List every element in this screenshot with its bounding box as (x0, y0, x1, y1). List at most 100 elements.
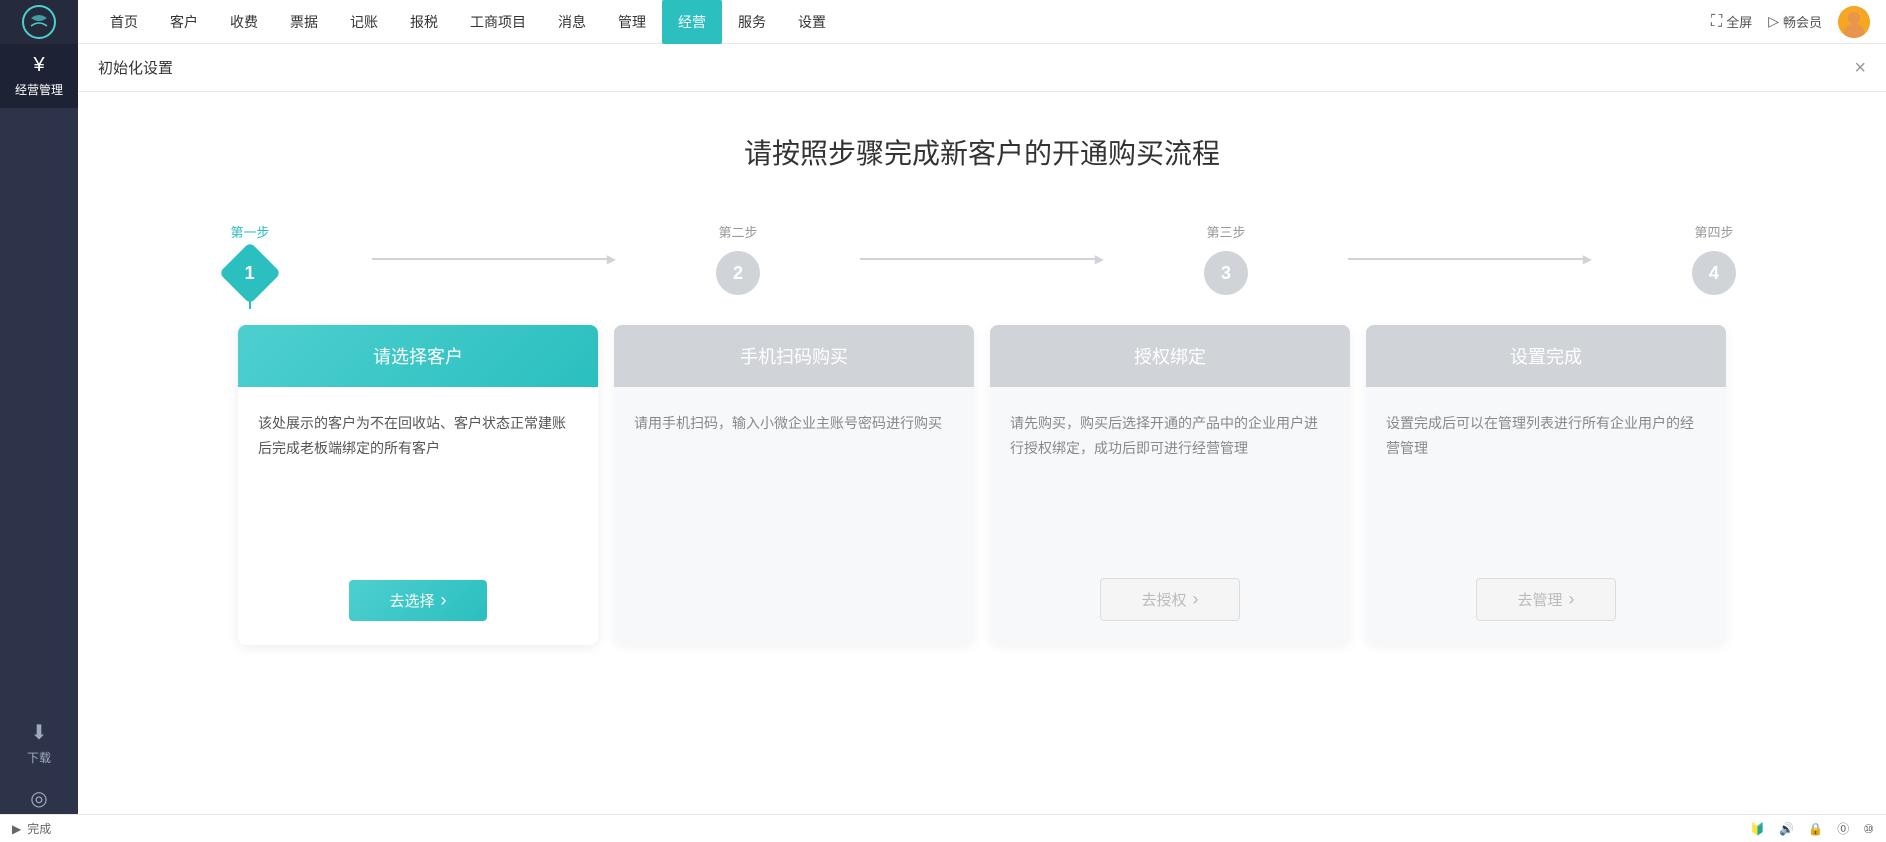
card-2-body: 请用手机扫码，输入小微企业主账号密码进行购买 (614, 387, 974, 605)
card-3-title: 授权绑定 (1134, 347, 1206, 367)
nav-item-manage[interactable]: 管理 (602, 0, 662, 44)
step-4-col: 第四步 4 (1592, 222, 1836, 295)
step-4-circle: 4 (1692, 251, 1736, 295)
card-4-title: 设置完成 (1510, 347, 1582, 367)
nav-item-business[interactable]: 工商项目 (454, 0, 542, 44)
nav-item-message[interactable]: 消息 (542, 0, 602, 44)
count-10-icon: ⑩ (1863, 822, 1874, 836)
nav-item-service[interactable]: 服务 (722, 0, 782, 44)
connector-3: ▶ (1348, 222, 1592, 266)
sound-icon: 🔊 (1779, 822, 1794, 836)
card-1-body: 该处展示的客户为不在回收站、客户状态正常建账后完成老板端绑定的所有客户 (238, 387, 598, 564)
connector-2: ▶ (860, 222, 1104, 266)
fullscreen-btn[interactable]: ⛶ 全屏 (1711, 12, 1752, 31)
card-1-text: 该处展示的客户为不在回收站、客户状态正常建账后完成老板端绑定的所有客户 (258, 415, 566, 456)
card-3-footer: 去授权 › (990, 562, 1350, 645)
step-4-number: 4 (1709, 263, 1719, 284)
card-4-header: 设置完成 (1366, 325, 1726, 387)
step-1-col: 第一步 1 (128, 222, 372, 309)
nav-right: ⛶ 全屏 ▷ 畅会员 (1711, 6, 1870, 38)
sidebar-download-label: 下载 (27, 749, 51, 766)
card-3-text: 请先购买，购买后选择开通的产品中的企业用户进行授权绑定，成功后即可进行经营管理 (1010, 415, 1318, 456)
step-2-number: 2 (733, 263, 743, 284)
step-2-label: 第二步 (718, 222, 757, 241)
nav-item-tax[interactable]: 报税 (394, 0, 454, 44)
cards-row: 请选择客户 该处展示的客户为不在回收站、客户状态正常建账后完成老板端绑定的所有客… (118, 325, 1846, 645)
step-2-circle: 2 (716, 251, 760, 295)
download-icon: ⬇ (31, 720, 48, 745)
play-icon: ▶ (12, 822, 21, 836)
sidebar-item-management[interactable]: ¥ 经营管理 (0, 44, 78, 108)
page-header: 初始化设置 × (78, 44, 1886, 92)
sidebar: ¥ 经营管理 ⬇ 下载 ◎ 客服 (0, 0, 78, 842)
line-1 (372, 258, 607, 260)
nav-item-accounting[interactable]: 记账 (334, 0, 394, 44)
close-button[interactable]: × (1854, 58, 1866, 78)
line-3 (1348, 258, 1583, 260)
fullscreen-icon: ⛶ (1711, 13, 1722, 31)
card-3: 授权绑定 请先购买，购买后选择开通的产品中的企业用户进行授权绑定，成功后即可进行… (990, 325, 1350, 645)
nav-item-settings[interactable]: 设置 (782, 0, 842, 44)
arrow-2: ▶ (1095, 252, 1104, 266)
card-1-title: 请选择客户 (373, 347, 463, 367)
main-heading: 请按照步骤完成新客户的开通购买流程 (118, 132, 1846, 172)
card-2-title: 手机扫码购买 (740, 347, 848, 367)
card-2: 手机扫码购买 请用手机扫码，输入小微企业主账号密码进行购买 (614, 325, 974, 645)
go-authorize-arrow: › (1193, 589, 1199, 610)
card-1-footer: 去选择 › (238, 564, 598, 645)
card-4: 设置完成 设置完成后可以在管理列表进行所有企业用户的经营管理 去管理 › (1366, 325, 1726, 645)
sidebar-item-label: 经营管理 (15, 81, 63, 98)
step-3-circle: 3 (1204, 251, 1248, 295)
status-left: ▶ 完成 (12, 820, 51, 837)
status-bar: ▶ 完成 🔰 🔊 🔒 ⓪ ⑩ (0, 814, 1886, 842)
step-3-number: 3 (1221, 263, 1231, 284)
card-2-footer (614, 605, 974, 645)
nav-item-customer[interactable]: 客户 (154, 0, 214, 44)
line-2 (860, 258, 1095, 260)
support-icon: ◎ (30, 786, 47, 811)
go-authorize-button[interactable]: 去授权 › (1100, 578, 1239, 621)
top-nav: 首页 客户 收费 票据 记账 报税 工商项目 消息 管理 经营 服务 (78, 0, 1886, 44)
step-1-circle: 1 (219, 242, 281, 304)
go-manage-button[interactable]: 去管理 › (1476, 578, 1615, 621)
card-3-header: 授权绑定 (990, 325, 1350, 387)
card-2-header: 手机扫码购买 (614, 325, 974, 387)
sidebar-item-download[interactable]: ⬇ 下载 (0, 710, 78, 776)
nav-item-fee[interactable]: 收费 (214, 0, 274, 44)
arrow-1: ▶ (607, 252, 616, 266)
card-1: 请选择客户 该处展示的客户为不在回收站、客户状态正常建账后完成老板端绑定的所有客… (238, 325, 598, 645)
card-4-body: 设置完成后可以在管理列表进行所有企业用户的经营管理 (1366, 387, 1726, 562)
avatar[interactable] (1838, 6, 1870, 38)
card-4-text: 设置完成后可以在管理列表进行所有企业用户的经营管理 (1386, 415, 1694, 456)
step-3-col: 第三步 3 (1104, 222, 1348, 295)
card-1-header: 请选择客户 (238, 325, 598, 387)
card-2-text: 请用手机扫码，输入小微企业主账号密码进行购买 (634, 415, 942, 431)
go-select-arrow: › (441, 590, 447, 611)
count-0-icon: ⓪ (1837, 820, 1849, 837)
member-btn[interactable]: ▷ 畅会员 (1768, 12, 1822, 31)
arrow-3: ▶ (1583, 252, 1592, 266)
go-manage-arrow: › (1569, 589, 1575, 610)
status-right: 🔰 🔊 🔒 ⓪ ⑩ (1750, 820, 1874, 837)
nav-item-operation[interactable]: 经营 (662, 0, 722, 44)
nav-items: 首页 客户 收费 票据 记账 报税 工商项目 消息 管理 经营 服务 (94, 0, 842, 44)
shield-status-icon: 🔰 (1750, 822, 1765, 836)
connector-1: ▶ (372, 222, 616, 266)
step-3-label: 第三步 (1206, 222, 1245, 241)
nav-item-home[interactable]: 首页 (94, 0, 154, 44)
go-select-button[interactable]: 去选择 › (349, 580, 486, 621)
management-icon: ¥ (33, 54, 44, 77)
nav-item-invoice[interactable]: 票据 (274, 0, 334, 44)
step-1-label: 第一步 (230, 222, 269, 241)
page-title: 初始化设置 (98, 57, 173, 78)
step-1-number: 1 (245, 262, 255, 283)
step-4-label: 第四步 (1694, 222, 1733, 241)
content-area: 请按照步骤完成新客户的开通购买流程 第一步 1 ▶ 第二步 2 (78, 92, 1886, 842)
status-text: 完成 (27, 820, 51, 837)
main-wrapper: 初始化设置 × 请按照步骤完成新客户的开通购买流程 第一步 1 ▶ 第二步 (78, 44, 1886, 842)
step-2-col: 第二步 2 (616, 222, 860, 295)
card-4-footer: 去管理 › (1366, 562, 1726, 645)
member-icon: ▷ (1768, 13, 1779, 30)
lock-icon: 🔒 (1808, 822, 1823, 836)
card-3-body: 请先购买，购买后选择开通的产品中的企业用户进行授权绑定，成功后即可进行经营管理 (990, 387, 1350, 562)
